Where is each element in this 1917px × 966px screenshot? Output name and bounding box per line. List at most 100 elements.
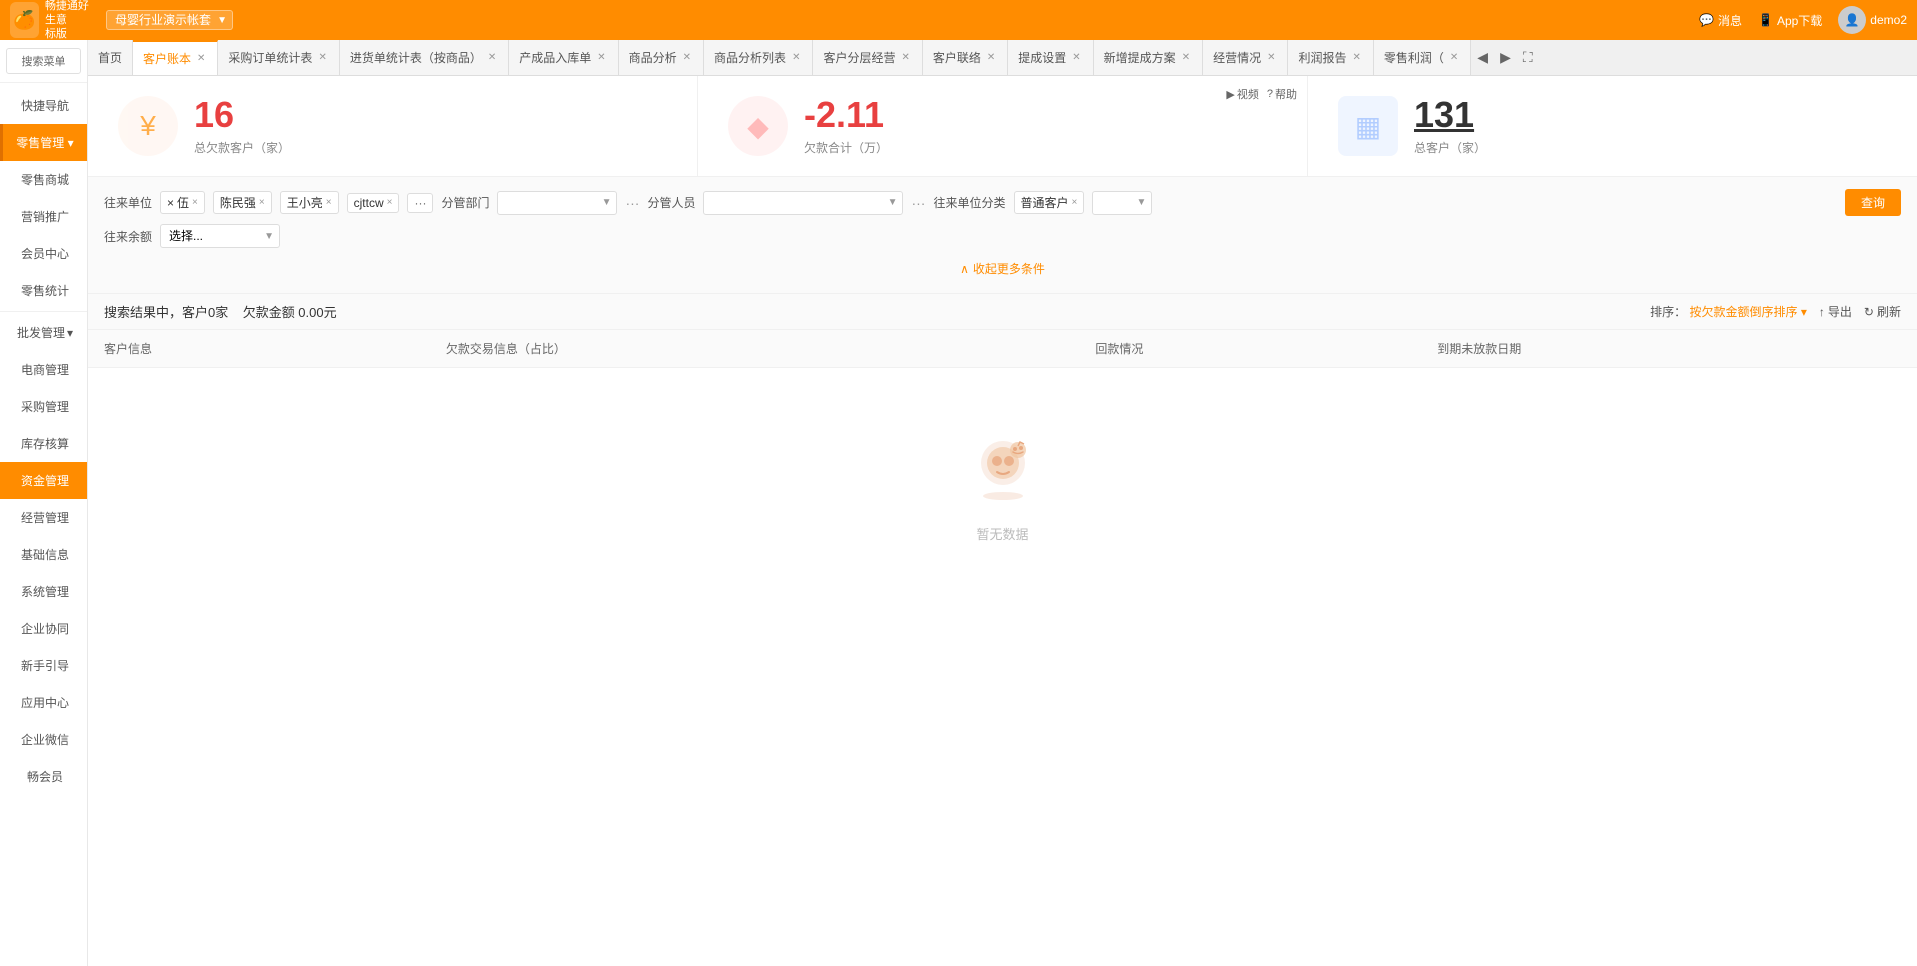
sort-select[interactable]: 按欠款金额倒序排序: [1690, 305, 1798, 319]
search-menu-button[interactable]: 搜索菜单: [6, 48, 81, 74]
avatar: 👤: [1838, 6, 1866, 34]
tab-retail-profit[interactable]: 零售利润（ ✕: [1374, 40, 1471, 75]
tab-purchase-order-stats[interactable]: 采购订单统计表 ✕: [218, 40, 339, 75]
app-download-button[interactable]: 📱 App下载: [1758, 12, 1822, 29]
filter-tag-unit-wang[interactable]: 王小亮 ×: [280, 191, 339, 214]
tab-close-product-analysis[interactable]: ✕: [681, 51, 693, 64]
sidebar-item-wholesale-mgmt[interactable]: 批发管理 ▾: [0, 314, 87, 351]
tab-boost-settings[interactable]: 提成设置 ✕: [1008, 40, 1093, 75]
tab-new-boost-plan[interactable]: 新增提成方案 ✕: [1094, 40, 1203, 75]
sidebar-item-operations[interactable]: 经营管理: [0, 499, 87, 536]
message-button[interactable]: 💬 消息: [1699, 12, 1742, 29]
tab-bar: 首页 客户账本 ✕ 采购订单统计表 ✕ 进货单统计表（按商品） ✕ 产成品入库单…: [88, 40, 1917, 76]
tab-close-product-analysis-list[interactable]: ✕: [790, 51, 802, 64]
sidebar-nav: 快捷导航 零售管理 ▾ 零售商城 营销推广 会员中心 零售统计: [0, 83, 87, 799]
tab-next-button[interactable]: ▶: [1494, 40, 1517, 75]
sidebar-item-ecommerce[interactable]: 电商管理: [0, 351, 87, 388]
sidebar-item-new-guide[interactable]: 新手引导: [0, 647, 87, 684]
col-customer-info: 客户信息: [88, 330, 430, 368]
tab-fullscreen-button[interactable]: ⛶: [1517, 40, 1539, 75]
filter-unit-category-select-wrap: ▼: [1092, 191, 1152, 215]
filter-balance-label: 往来余额: [104, 228, 152, 245]
query-button[interactable]: 查询: [1845, 189, 1901, 216]
help-icon: ?: [1267, 88, 1273, 100]
sidebar-item-basic-info[interactable]: 基础信息: [0, 536, 87, 573]
stat-label-total-customers: 总客户（家）: [1414, 139, 1486, 156]
filter-tag-unit-cjttcw[interactable]: cjttcw ×: [347, 193, 400, 213]
sidebar-item-system[interactable]: 系统管理: [0, 573, 87, 610]
tab-profit-report[interactable]: 利润报告 ✕: [1288, 40, 1373, 75]
sort-label: 排序： 按欠款金额倒序排序 ▾: [1650, 303, 1807, 320]
collapse-button[interactable]: ∧ 收起更多条件: [104, 256, 1901, 281]
tag-close-normal-icon[interactable]: ×: [1072, 197, 1078, 208]
tab-close-purchase-order[interactable]: ✕: [316, 51, 328, 64]
tag-label: ×: [167, 196, 174, 210]
sidebar-item-retail-mgmt[interactable]: 零售管理 ▾: [0, 124, 87, 161]
video-help-button[interactable]: ▶ 视频: [1226, 86, 1258, 102]
tab-inbound-stats[interactable]: 进货单统计表（按商品） ✕: [340, 40, 509, 75]
tab-home[interactable]: 首页: [88, 40, 133, 75]
filter-area: 往来单位 × 伍 × 陈民强 × 王小亮 ×: [88, 177, 1917, 294]
tab-customer-segment[interactable]: 客户分层经营 ✕: [813, 40, 922, 75]
text-help-button[interactable]: ? 帮助: [1267, 86, 1297, 102]
filter-person-more-icon[interactable]: ···: [911, 195, 925, 211]
tab-close-boost-settings[interactable]: ✕: [1070, 51, 1082, 64]
filter-tag-normal-customer[interactable]: 普通客户 ×: [1014, 191, 1085, 214]
sidebar-item-inventory[interactable]: 库存核算: [0, 425, 87, 462]
empty-state-icon: [963, 428, 1043, 508]
filter-unit-category-select[interactable]: [1092, 191, 1152, 215]
sidebar-item-app-center[interactable]: 应用中心: [0, 684, 87, 721]
filter-tag-more-button[interactable]: ···: [407, 193, 433, 213]
tab-product-inbound[interactable]: 产成品入库单 ✕: [509, 40, 618, 75]
user-menu[interactable]: 👤 demo2: [1838, 6, 1907, 34]
results-summary: 搜索结果中，客户0家 欠款金额 0.00元: [104, 302, 337, 321]
account-selector[interactable]: 母婴行业演示帐套 ▼: [98, 10, 233, 30]
empty-state-text: 暂无数据: [976, 524, 1028, 543]
sidebar-item-enterprise-coop[interactable]: 企业协同: [0, 610, 87, 647]
filter-dept-select[interactable]: [497, 191, 617, 215]
tab-product-analysis-list[interactable]: 商品分析列表 ✕: [704, 40, 813, 75]
sidebar-item-capital[interactable]: 资金管理: [0, 462, 87, 499]
tag-close-icon[interactable]: ×: [192, 197, 198, 208]
tab-prev-button[interactable]: ◀: [1471, 40, 1494, 75]
col-repayment: 回款情况: [1079, 330, 1421, 368]
tab-close-operations[interactable]: ✕: [1265, 51, 1277, 64]
tab-close-product-inbound[interactable]: ✕: [595, 51, 607, 64]
tab-close-profit-report[interactable]: ✕: [1351, 51, 1363, 64]
sidebar-item-enterprise-wechat[interactable]: 企业微信: [0, 721, 87, 758]
tab-close-customer-accounts[interactable]: ✕: [195, 52, 207, 65]
sidebar-item-quick-nav[interactable]: 快捷导航: [0, 87, 87, 124]
chevron-up-icon: ∧: [960, 262, 969, 276]
tab-customer-connect[interactable]: 客户联络 ✕: [923, 40, 1008, 75]
tab-close-customer-connect[interactable]: ✕: [985, 51, 997, 64]
tab-close-customer-segment[interactable]: ✕: [899, 51, 911, 64]
tab-close-inbound[interactable]: ✕: [486, 51, 498, 64]
tag-close-chen-icon[interactable]: ×: [259, 197, 265, 208]
col-credit-info: 欠款交易信息（占比）: [430, 330, 1080, 368]
tab-close-retail-profit[interactable]: ✕: [1448, 51, 1460, 64]
filter-person-select[interactable]: [703, 191, 903, 215]
filter-person-select-wrap: ▼: [703, 191, 903, 215]
export-button[interactable]: ↑ 导出: [1819, 303, 1852, 320]
tab-customer-accounts[interactable]: 客户账本 ✕: [133, 40, 218, 75]
tag-close-wang-icon[interactable]: ×: [326, 197, 332, 208]
tab-product-analysis[interactable]: 商品分析 ✕: [619, 40, 704, 75]
filter-tag-unit-chen[interactable]: 陈民强 ×: [213, 191, 272, 214]
tab-close-new-boost-plan[interactable]: ✕: [1180, 51, 1192, 64]
sidebar-item-retail-mall[interactable]: 零售商城: [0, 161, 87, 198]
sidebar-item-retail-stats[interactable]: 零售统计: [0, 272, 87, 309]
filter-dept-more-icon[interactable]: ···: [625, 195, 639, 211]
sidebar-item-purchase[interactable]: 采购管理: [0, 388, 87, 425]
filter-row-2: 往来余额 选择... ▼: [104, 224, 1901, 248]
filter-balance-select[interactable]: 选择...: [160, 224, 280, 248]
sidebar: 搜索菜单 快捷导航 零售管理 ▾ 零售商城 营销推广 会员中心: [0, 40, 88, 966]
refresh-button[interactable]: ↻ 刷新: [1864, 303, 1901, 320]
sidebar-item-marketing[interactable]: 营销推广: [0, 198, 87, 235]
tab-operations[interactable]: 经营情况 ✕: [1203, 40, 1288, 75]
tag-value: 伍: [177, 194, 189, 211]
sidebar-item-member-center[interactable]: 会员中心: [0, 235, 87, 272]
filter-tag-unit-x[interactable]: × 伍 ×: [160, 191, 205, 214]
stat-card-total-customers: ▦ 131 总客户（家）: [1308, 76, 1917, 176]
tag-close-cjttcw-icon[interactable]: ×: [387, 197, 393, 208]
sidebar-item-vip-member[interactable]: 畅会员: [0, 758, 87, 795]
